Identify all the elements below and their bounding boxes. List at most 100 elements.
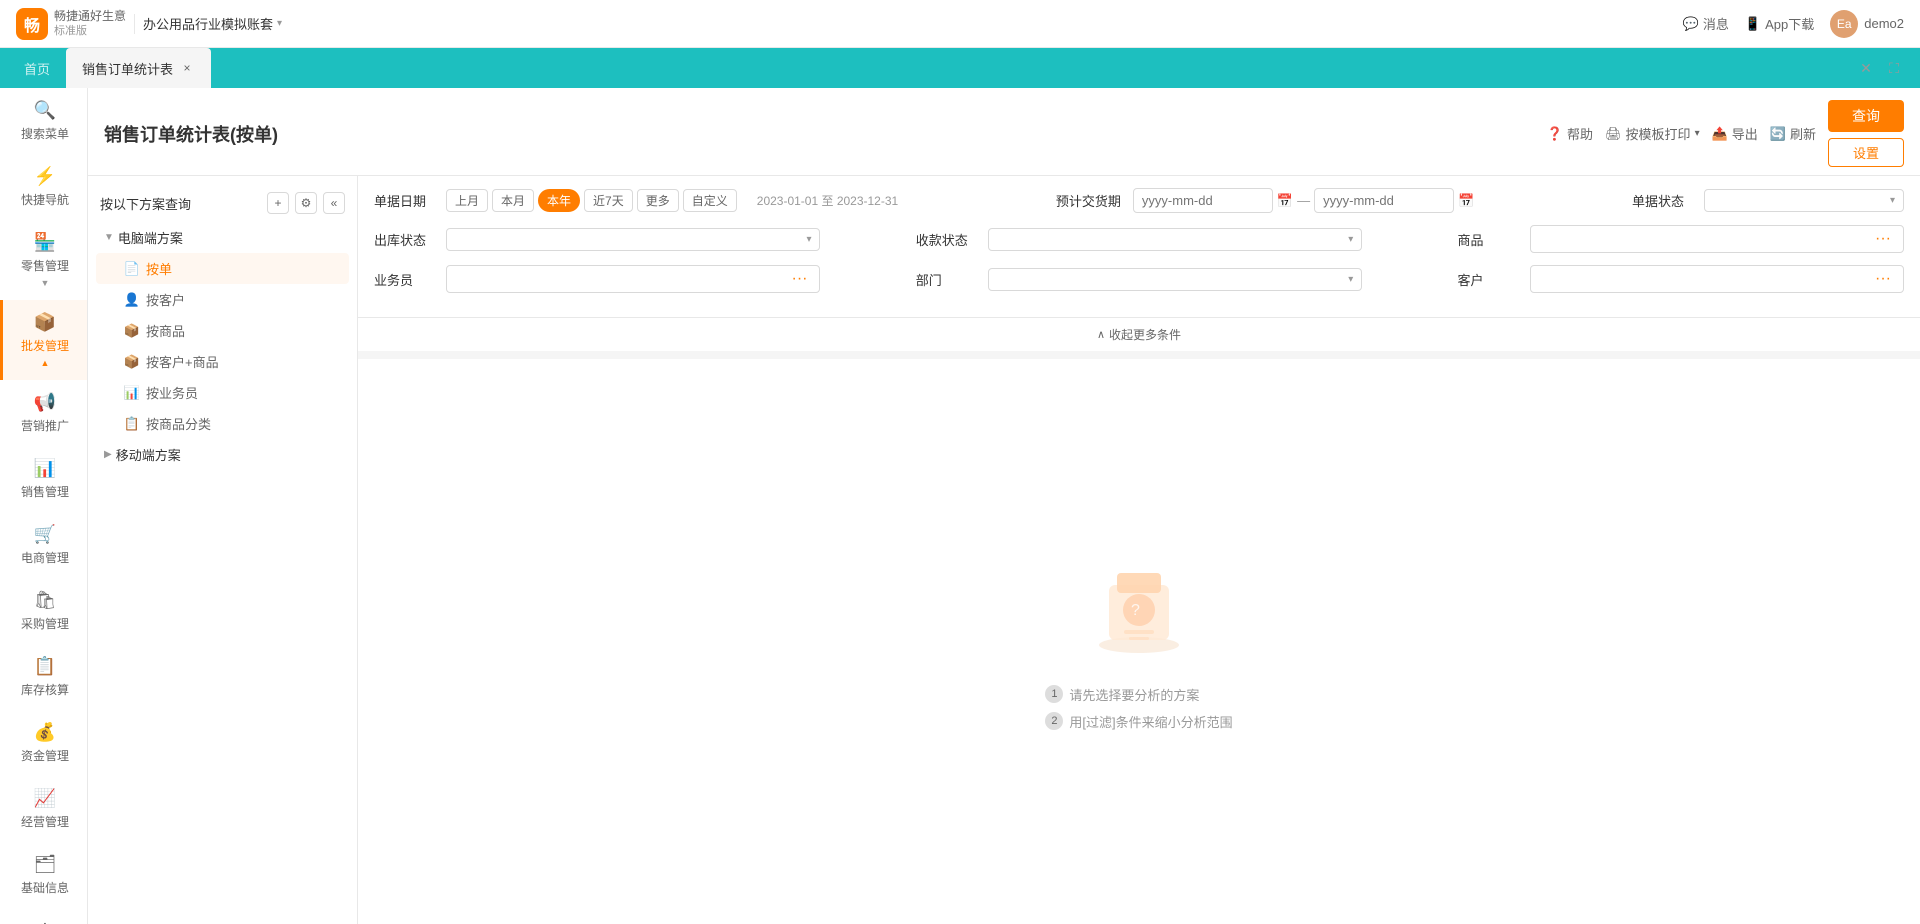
user-name: demo2	[1864, 16, 1904, 31]
download-icon: 📱	[1745, 16, 1761, 32]
expected-date-start-input[interactable]	[1133, 188, 1273, 213]
sidebar-item-basic-label: 基础信息	[21, 879, 69, 896]
by-product-label: 按商品	[146, 321, 185, 340]
main-layout: 🔍 搜索菜单 ⚡ 快捷导航 🏪 零售管理 ▼ 📦 批发管理 ▲ 📢 营销推广 📊…	[0, 88, 1920, 924]
page-header: 销售订单统计表(按单) ❓ 帮助 🖨 按模板打印 ▾ 📤 导出 🔄 刷新	[88, 88, 1920, 176]
retail-arrow-icon: ▼	[41, 278, 50, 288]
settings-button[interactable]: 设置	[1828, 138, 1904, 167]
basic-icon: 🗂	[34, 854, 57, 875]
sidebar-item-wholesale[interactable]: 📦 批发管理 ▲	[0, 300, 87, 380]
date-btn-more[interactable]: 更多	[637, 189, 679, 212]
goods-more-icon[interactable]: ···	[1871, 230, 1895, 248]
tree-group-pc-header[interactable]: ▼ 电脑端方案	[96, 222, 349, 253]
receive-status-label: 收款状态	[916, 230, 976, 249]
refresh-button[interactable]: 🔄 刷新	[1770, 124, 1816, 143]
collapse-panel-button[interactable]: «	[323, 192, 345, 214]
purchase-icon: 🛍	[34, 590, 57, 611]
dropdown-arrow-icon: ▾	[277, 18, 282, 29]
left-panel-actions: + ⚙ «	[267, 192, 345, 214]
tree-item-by-product-category[interactable]: 📋 按商品分类	[96, 408, 349, 439]
export-icon: 📤	[1712, 126, 1728, 142]
salesperson-label: 业务员	[374, 270, 434, 289]
out-status-label: 出库状态	[374, 230, 434, 249]
tree-item-by-order[interactable]: 📄 按单	[96, 253, 349, 284]
logo-brand: 畅捷通好生意	[54, 9, 126, 25]
date-btn-last-month[interactable]: 上月	[446, 189, 488, 212]
print-dropdown-icon: ▾	[1695, 128, 1700, 139]
receive-status-caret-icon: ▾	[1348, 234, 1353, 245]
goods-label: 商品	[1458, 230, 1518, 249]
calendar-end-icon[interactable]: 📅	[1458, 193, 1474, 209]
app-title-dropdown[interactable]: 办公用品行业模拟账套 ▾	[143, 14, 282, 33]
operation-icon: 📈	[34, 788, 56, 809]
sidebar-item-search-menu-label: 搜索菜单	[21, 125, 69, 142]
sidebar-item-retail[interactable]: 🏪 零售管理 ▼	[0, 220, 87, 300]
tree-group-mobile-header[interactable]: ▶ 移动端方案	[96, 439, 349, 470]
dept-select[interactable]: ▾	[988, 268, 1362, 291]
calendar-start-icon[interactable]: 📅	[1277, 193, 1293, 209]
add-scheme-button[interactable]: +	[267, 192, 289, 214]
sidebar-item-finance[interactable]: 💰 资金管理	[0, 710, 87, 776]
sidebar-item-marketing[interactable]: 📢 营销推广	[0, 380, 87, 446]
template-print-button[interactable]: 🖨 按模板打印 ▾	[1605, 124, 1700, 143]
tree-item-by-customer[interactable]: 👤 按客户	[96, 284, 349, 315]
salesperson-more-icon[interactable]: ···	[787, 270, 811, 288]
date-btn-custom[interactable]: 自定义	[683, 189, 737, 212]
sidebar-item-sales[interactable]: 📊 销售管理	[0, 446, 87, 512]
date-btn-this-year[interactable]: 本年	[538, 189, 580, 212]
app-download-button[interactable]: 📱 App下载	[1745, 14, 1814, 33]
query-button[interactable]: 查询	[1828, 100, 1904, 132]
tab-sales-order-stats[interactable]: 销售订单统计表 ×	[66, 48, 211, 88]
tip-1-text: 请先选择要分析的方案	[1069, 685, 1199, 704]
inventory-icon: 📋	[34, 656, 56, 677]
sidebar-item-purchase[interactable]: 🛍 采购管理	[0, 578, 87, 644]
help-button[interactable]: ❓ 帮助	[1547, 124, 1593, 143]
customer-more-icon[interactable]: ···	[1871, 270, 1895, 288]
by-customer-icon: 👤	[124, 292, 140, 308]
sidebar-item-ecommerce[interactable]: 🛒 电商管理	[0, 512, 87, 578]
user-avatar-area[interactable]: Ea demo2	[1830, 10, 1904, 38]
date-btn-7days[interactable]: 近7天	[584, 189, 633, 212]
empty-state: ? 1 请先选择要分析的方案 2 用[过滤]条件来缩小分析范围	[358, 359, 1920, 924]
tree-item-by-customer-product[interactable]: 📦 按客户+商品	[96, 346, 349, 377]
sidebar-item-finance-label: 资金管理	[21, 747, 69, 764]
collapse-bar[interactable]: ∧ 收起更多条件	[358, 317, 1920, 351]
window-controls: ✕ ⛶	[1856, 58, 1912, 78]
expected-date-end-input[interactable]	[1314, 188, 1454, 213]
status-select[interactable]: ▾	[1704, 189, 1904, 212]
by-customer-product-label: 按客户+商品	[146, 352, 219, 371]
tree-item-by-product[interactable]: 📦 按商品	[96, 315, 349, 346]
out-status-select[interactable]: ▾	[446, 228, 820, 251]
print-icon: 🖨	[1605, 126, 1622, 142]
top-bar-left: 畅 畅捷通好生意 标准版 办公用品行业模拟账套 ▾	[16, 8, 282, 40]
logo-area: 畅 畅捷通好生意 标准版	[16, 8, 126, 40]
top-bar: 畅 畅捷通好生意 标准版 办公用品行业模拟账套 ▾ 💬 消息 📱 App下载 E…	[0, 0, 1920, 48]
sidebar-item-basic[interactable]: 🗂 基础信息	[0, 842, 87, 908]
pc-group-label: 电脑端方案	[118, 228, 183, 247]
filter-panel: 单据日期 上月 本月 本年 近7天 更多 自定义 2023-01-01 至 20…	[358, 176, 1920, 317]
dept-label: 部门	[916, 270, 976, 289]
empty-state-icon: ?	[1079, 545, 1199, 665]
by-order-icon: 📄	[124, 261, 140, 277]
sidebar-item-search-menu[interactable]: 🔍 搜索菜单	[0, 88, 87, 154]
export-button[interactable]: 📤 导出	[1712, 124, 1758, 143]
sidebar-item-retail-label: 零售管理	[21, 257, 69, 274]
sidebar-item-system[interactable]: ⚙ 系统管理	[0, 908, 87, 924]
sidebar-item-quick-nav[interactable]: ⚡ 快捷导航	[0, 154, 87, 220]
receive-status-select[interactable]: ▾	[988, 228, 1362, 251]
message-button[interactable]: 💬 消息	[1683, 14, 1729, 33]
maximize-window-button[interactable]: ⛶	[1884, 58, 1904, 78]
logo-text: 畅捷通好生意 标准版	[54, 9, 126, 39]
date-btn-this-month[interactable]: 本月	[492, 189, 534, 212]
sidebar-item-inventory[interactable]: 📋 库存核算	[0, 644, 87, 710]
quick-nav-icon: ⚡	[34, 166, 56, 187]
finance-icon: 💰	[34, 722, 56, 743]
by-customer-product-icon: 📦	[124, 354, 140, 370]
close-window-button[interactable]: ✕	[1856, 58, 1876, 78]
tab-home[interactable]: 首页	[8, 48, 66, 88]
tree-item-by-salesperson[interactable]: 📊 按业务员	[96, 377, 349, 408]
scheme-settings-button[interactable]: ⚙	[295, 192, 317, 214]
sidebar-item-operation[interactable]: 📈 经营管理	[0, 776, 87, 842]
by-customer-label: 按客户	[146, 290, 185, 309]
tab-close-icon[interactable]: ×	[179, 60, 195, 76]
